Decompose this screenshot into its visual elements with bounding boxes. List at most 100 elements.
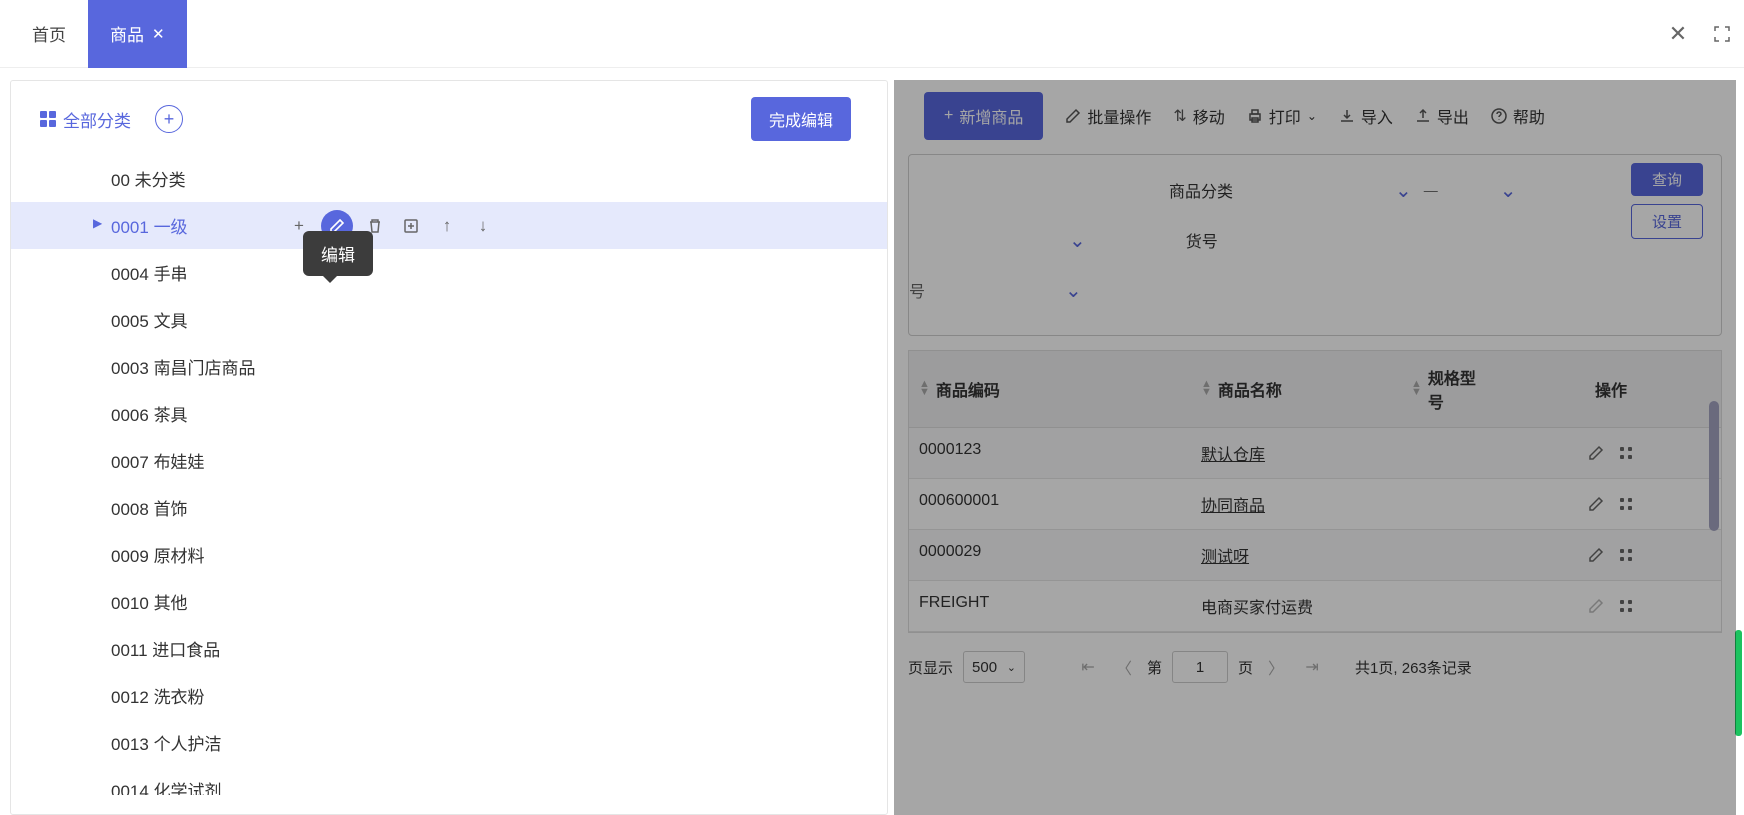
category-item[interactable]: 0011 进口食品 xyxy=(11,625,887,672)
close-icon[interactable]: ✕ xyxy=(152,25,165,43)
move-up-button[interactable]: ↑ xyxy=(433,212,461,240)
product-name-link[interactable]: 测试呀 xyxy=(1201,549,1249,566)
expand-icon[interactable]: ▶ xyxy=(93,216,102,230)
th-name-label: 商品名称 xyxy=(1218,377,1282,401)
tab-product[interactable]: 商品 ✕ xyxy=(88,0,187,68)
fullscreen-icon[interactable] xyxy=(1700,12,1744,56)
import-button[interactable]: 导入 xyxy=(1339,104,1393,128)
chevron-down-icon[interactable]: ⌄ xyxy=(1065,278,1082,303)
category-label: 未分类 xyxy=(135,171,186,190)
row-edit-button[interactable] xyxy=(1588,496,1604,512)
sort-icon[interactable]: ▲▼ xyxy=(1201,381,1212,396)
row-more-button[interactable] xyxy=(1618,598,1634,614)
export-button[interactable]: 导出 xyxy=(1415,104,1469,128)
category-item[interactable]: 0013 个人护洁 xyxy=(11,719,887,766)
tab-home[interactable]: 首页 xyxy=(10,0,88,68)
cell-spec xyxy=(1401,479,1501,529)
batch-ops-button[interactable]: 批量操作 xyxy=(1065,104,1151,128)
category-list[interactable]: 00 未分类▶0001 一级+↑↓0004 手串0005 文具0003 南昌门店… xyxy=(11,155,887,795)
category-item[interactable]: 0006 茶具 xyxy=(11,390,887,437)
add-category-button[interactable]: + xyxy=(155,105,183,133)
category-code: 0001 xyxy=(111,218,149,237)
table-row[interactable]: 0000029测试呀 xyxy=(909,530,1721,581)
page-prev-button[interactable]: 〈 xyxy=(1111,654,1137,680)
category-item[interactable]: 0012 洗衣粉 xyxy=(11,672,887,719)
th-spec-label: 规格型号 xyxy=(1428,365,1491,413)
setting-category-button[interactable] xyxy=(397,212,425,240)
move-label: 移动 xyxy=(1193,104,1225,128)
filter-category-input[interactable] xyxy=(1249,173,1389,207)
table-row[interactable]: 0000123 默认仓库 xyxy=(909,428,1721,479)
settings-button[interactable]: 设置 xyxy=(1631,204,1703,239)
new-product-button[interactable]: + 新增商品 xyxy=(924,92,1043,140)
table-row[interactable]: FREIGHT电商买家付运费 xyxy=(909,581,1721,632)
sort-icon[interactable]: ▲▼ xyxy=(919,381,930,396)
page-first-button[interactable]: ⇤ xyxy=(1075,654,1101,680)
help-button[interactable]: 帮助 xyxy=(1491,104,1545,128)
move-button[interactable]: ⇅ 移动 xyxy=(1173,104,1224,128)
print-label: 打印 xyxy=(1269,104,1301,128)
table-scrollbar[interactable] xyxy=(1709,401,1719,531)
row-edit-button[interactable] xyxy=(1588,445,1604,461)
category-panel: 全部分类 + 完成编辑 编辑 00 未分类▶0001 一级+↑↓0004 手串0… xyxy=(10,80,888,815)
grid-icon xyxy=(39,110,57,128)
cell-ops xyxy=(1501,581,1721,631)
page-next-button[interactable]: 〉 xyxy=(1263,654,1289,680)
category-item[interactable]: 0010 其他 xyxy=(11,578,887,625)
import-label: 导入 xyxy=(1361,104,1393,128)
pagination: 页显示 500 ⌄ ⇤ 〈 第 1 页 〉 ⇥ 共1页, 263条记录 xyxy=(894,633,1736,701)
new-product-label: 新增商品 xyxy=(959,104,1023,128)
move-down-button[interactable]: ↓ xyxy=(469,212,497,240)
row-more-button[interactable] xyxy=(1618,445,1634,461)
print-icon xyxy=(1247,108,1263,124)
category-item[interactable]: 0005 文具 xyxy=(11,296,887,343)
category-item[interactable]: 00 未分类 xyxy=(11,155,887,202)
export-icon xyxy=(1415,108,1431,124)
filter-category-label: 商品分类 xyxy=(1169,178,1249,202)
category-label: 进口食品 xyxy=(152,641,220,660)
th-code[interactable]: ▲▼商品编码 xyxy=(909,351,1191,427)
cell-ops xyxy=(1501,428,1721,478)
category-label: 个人护洁 xyxy=(154,735,222,754)
query-button[interactable]: 查询 xyxy=(1631,163,1703,196)
chevron-down-icon[interactable]: ⌄ xyxy=(1069,228,1086,253)
category-item[interactable]: 0008 首饰 xyxy=(11,484,887,531)
category-code: 0007 xyxy=(111,453,149,472)
sort-icon[interactable]: ▲▼ xyxy=(1411,381,1422,396)
product-name-link[interactable]: 默认仓库 xyxy=(1201,447,1265,464)
category-item[interactable]: 0004 手串 xyxy=(11,249,887,296)
th-name[interactable]: ▲▼ 商品名称 xyxy=(1191,351,1401,427)
category-label: 化学试剂 xyxy=(154,782,222,795)
right-content: + 新增商品 批量操作 ⇅ 移动 打印 ⌄ 导入 xyxy=(894,80,1736,701)
per-page-select[interactable]: 500 ⌄ xyxy=(963,651,1025,683)
category-label: 原材料 xyxy=(154,547,205,566)
category-item[interactable]: 0007 布娃娃 xyxy=(11,437,887,484)
top-right-icons: ✕ xyxy=(1656,0,1744,68)
chevron-down-icon[interactable]: ⌄ xyxy=(1500,178,1517,203)
category-item[interactable]: ▶0001 一级+↑↓ xyxy=(11,202,887,249)
category-label: 其他 xyxy=(154,594,188,613)
done-edit-button[interactable]: 完成编辑 xyxy=(751,97,851,141)
table-row[interactable]: 000600001协同商品 xyxy=(909,479,1721,530)
row-more-button[interactable] xyxy=(1618,547,1634,563)
row-edit-button[interactable] xyxy=(1588,547,1604,563)
per-page-label: 页显示 xyxy=(908,657,953,678)
th-spec[interactable]: ▲▼ 规格型号 xyxy=(1401,351,1501,427)
page-word-before: 第 xyxy=(1147,657,1162,678)
print-button[interactable]: 打印 ⌄ xyxy=(1247,104,1317,128)
cell-spec xyxy=(1401,581,1501,631)
chevron-down-icon[interactable]: ⌄ xyxy=(1395,178,1412,203)
category-code: 0009 xyxy=(111,547,149,566)
page-last-button[interactable]: ⇥ xyxy=(1299,654,1325,680)
category-item[interactable]: 0014 化学试剂 xyxy=(11,766,887,795)
category-label: 南昌门店商品 xyxy=(154,359,256,378)
category-item[interactable]: 0003 南昌门店商品 xyxy=(11,343,887,390)
close-all-icon[interactable]: ✕ xyxy=(1656,12,1700,56)
category-item[interactable]: 0009 原材料 xyxy=(11,531,887,578)
cell-code: 0000123 xyxy=(909,428,1191,478)
import-icon xyxy=(1339,108,1355,124)
row-more-button[interactable] xyxy=(1618,496,1634,512)
page-number-input[interactable]: 1 xyxy=(1172,651,1228,683)
page-word-after: 页 xyxy=(1238,657,1253,678)
product-name-link[interactable]: 协同商品 xyxy=(1201,498,1265,515)
